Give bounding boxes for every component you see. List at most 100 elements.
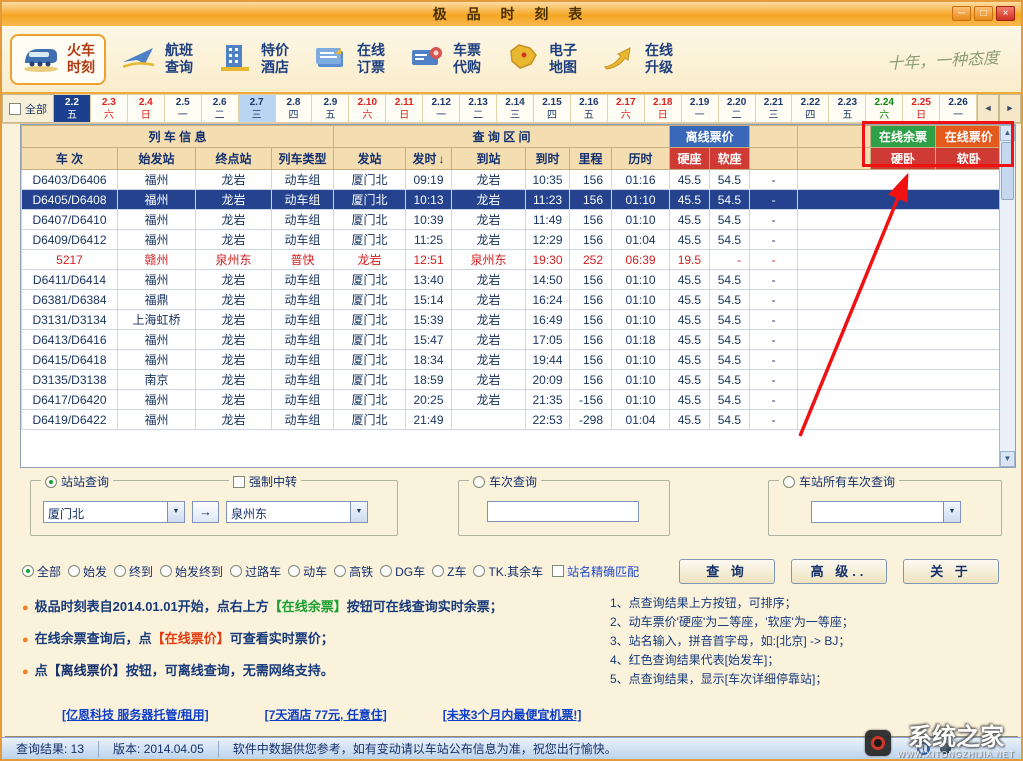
date-tab-2.19[interactable]: 2.19 一 [681,94,719,123]
col-mileage[interactable]: 里程 [569,147,613,170]
col-train-no[interactable]: 车 次 [21,147,118,170]
filter-radio-终到[interactable]: 终到 [114,563,153,580]
close-button[interactable]: × [996,6,1015,21]
train-number-input[interactable] [487,501,639,522]
train-row[interactable]: D6381/D6384 福鼎 龙岩 动车组 厦门北 15:14 龙岩 16:24 156 01:1… [21,289,1003,310]
scroll-right-button[interactable]: ► [999,94,1021,123]
scrollbar-up-icon[interactable]: ▲ [1000,125,1015,141]
date-tab-2.26[interactable]: 2.26 一 [940,94,978,123]
date-tab-2.3[interactable]: 2.3 六 [90,94,128,123]
col-train-type[interactable]: 列车类型 [270,147,335,170]
train-row[interactable]: 5217 赣州 泉州东 普快 龙岩 12:51 泉州东 19:30 252 06:39 19.5- - [21,249,1003,270]
promo-link[interactable]: [亿恩科技 服务器托管/租用] [62,706,209,723]
toolbar-electronic-map[interactable]: 电子 地图 [494,36,586,83]
filter-radio-Z车[interactable]: Z车 [432,563,466,580]
date-tab-2.9[interactable]: 2.9 五 [312,94,350,123]
train-row[interactable]: D6407/D6410 福州 龙岩 动车组 厦门北 10:39 龙岩 11:49 156 01:1… [21,209,1003,230]
offline-price-button[interactable]: 离线票价 [669,125,751,148]
date-tab-2.8[interactable]: 2.8 四 [275,94,313,123]
group-gap [749,125,799,148]
date-tab-2.4[interactable]: 2.4 日 [127,94,165,123]
filter-radio-始发[interactable]: 始发 [68,563,107,580]
about-button[interactable]: 关 于 [903,558,999,584]
maximize-button[interactable]: □ [974,6,993,21]
advanced-button[interactable]: 高 级.. [791,558,887,584]
train-row[interactable]: D6409/D6412 福州 龙岩 动车组 厦门北 11:25 龙岩 12:29 156 01:0… [21,229,1003,250]
from-station-select[interactable]: 厦门北 ▼ [43,501,185,523]
online-price-button[interactable]: 在线票价 [935,126,1002,147]
date-tab-2.7[interactable]: 2.7 三 [238,94,276,123]
train-row[interactable]: D6413/D6416 福州 龙岩 动车组 厦门北 15:47 龙岩 17:05 156 01:1… [21,329,1003,350]
train-row[interactable]: D6411/D6414 福州 龙岩 动车组 厦门北 13:40 龙岩 14:50 156 01:1… [21,269,1003,290]
date-tab-2.25[interactable]: 2.25 日 [903,94,941,123]
date-tab-2.17[interactable]: 2.17 六 [607,94,645,123]
scrollbar-down-icon[interactable]: ▼ [1000,451,1015,467]
train-row[interactable]: D6417/D6420 福州 龙岩 动车组 厦门北 20:25 龙岩 21:35 -156 01:… [21,389,1003,410]
filter-radio-TK.其余车[interactable]: TK.其余车 [473,563,543,580]
col-soft-sleeper[interactable]: 软卧 [935,148,1002,169]
scroll-left-button[interactable]: ◄ [977,94,999,123]
col-hard-seat[interactable]: 硬座 [669,147,711,170]
train-row[interactable]: D3135/D3138 南京 龙岩 动车组 厦门北 18:59 龙岩 20:09 156 01:1… [21,369,1003,390]
col-soft-seat[interactable]: 软座 [709,147,751,170]
train-row[interactable]: D6403/D6406 福州 龙岩 动车组 厦门北 09:19 龙岩 10:35 156 01:1… [21,169,1003,190]
minimize-button[interactable]: ─ [952,6,971,21]
date-tab-2.12[interactable]: 2.12 一 [423,94,461,123]
filter-radio-全部[interactable]: 全部 [22,563,61,580]
date-tab-2.14[interactable]: 2.14 三 [497,94,534,123]
col-arr-time[interactable]: 到时 [525,147,571,170]
col-arr-station[interactable]: 到站 [451,147,527,170]
col-duration[interactable]: 历时 [611,147,671,170]
toolbar-flight-query[interactable]: 航班 查询 [110,36,202,83]
date-tab-2.2[interactable]: 2.2 五 [54,94,91,123]
date-tab-2.24[interactable]: 2.24 六 [866,94,904,123]
vertical-scrollbar[interactable]: ▲ ▼ [999,125,1015,467]
date-tab-2.22[interactable]: 2.22 四 [792,94,830,123]
filter-radio-始发终到[interactable]: 始发终到 [160,563,223,580]
date-tab-2.11[interactable]: 2.11 日 [386,94,424,123]
station-all-select[interactable]: ▼ [811,501,961,523]
date-tab-2.6[interactable]: 2.6 二 [201,94,239,123]
station-all-query-radio[interactable]: 车站所有车次查询 [779,473,900,490]
toolbar-online-booking[interactable]: 在线 订票 [302,36,394,83]
swap-stations-button[interactable]: → [192,501,219,523]
col-dep-station[interactable]: 发站 [333,147,407,170]
col-hard-sleeper[interactable]: 硬卧 [869,148,936,169]
filter-radio-DG车[interactable]: DG车 [380,563,425,580]
toolbar-online-upgrade[interactable]: 在线 升级 [590,36,682,83]
train-row[interactable]: D6419/D6422 福州 龙岩 动车组 厦门北 21:49 22:53 -298 01:04… [21,409,1003,430]
date-tab-2.21[interactable]: 2.21 三 [755,94,793,123]
scrollbar-thumb[interactable] [1001,142,1014,200]
toolbar-hotel-deals[interactable]: 特价 酒店 [206,36,298,83]
date-tab-2.15[interactable]: 2.15 四 [533,94,571,123]
col-dep-time[interactable]: 发时 ↓ [405,147,453,170]
search-button[interactable]: 查 询 [679,558,775,584]
date-tab-2.18[interactable]: 2.18 日 [644,94,682,123]
date-tab-2.23[interactable]: 2.23 五 [829,94,867,123]
filter-radio-动车[interactable]: 动车 [288,563,327,580]
promo-link[interactable]: [未来3个月内最便宜机票!] [443,706,582,723]
online-seats-button[interactable]: 在线余票 [869,126,936,147]
train-row[interactable]: D6405/D6408 福州 龙岩 动车组 厦门北 10:13 龙岩 11:23 156 01:1… [21,189,1003,210]
to-station-select[interactable]: 泉州东 ▼ [226,501,368,523]
date-tab-2.20[interactable]: 2.20 二 [718,94,756,123]
date-tab-2.16[interactable]: 2.16 五 [570,94,608,123]
col-origin[interactable]: 始发站 [117,147,196,170]
filter-radio-过路车[interactable]: 过路车 [230,563,281,580]
train-table-body: D6403/D6406 福州 龙岩 动车组 厦门北 09:19 龙岩 10:35 156 01:1… [21,169,1003,430]
all-dates-checkbox[interactable]: 全部 [2,94,54,123]
exact-match-checkbox[interactable]: 站名精确匹配 [552,563,639,580]
station-query-radio[interactable]: 站站查询 [41,473,114,490]
train-row[interactable]: D3131/D3134 上海虹桥 龙岩 动车组 厦门北 15:39 龙岩 16:49 156 01… [21,309,1003,330]
toolbar-ticket-purchase[interactable]: 车票 代购 [398,36,490,83]
col-terminus[interactable]: 终点站 [195,147,272,170]
force-transfer-checkbox[interactable]: 强制中转 [229,473,302,490]
promo-link[interactable]: [7天酒店 77元, 任意住] [265,706,387,723]
date-tab-2.10[interactable]: 2.10 六 [349,94,387,123]
date-tab-2.5[interactable]: 2.5 一 [164,94,202,123]
date-tab-2.13[interactable]: 2.13 二 [460,94,498,123]
train-row[interactable]: D6415/D6418 福州 龙岩 动车组 厦门北 18:34 龙岩 19:44 156 01:1… [21,349,1003,370]
filter-radio-高铁[interactable]: 高铁 [334,563,373,580]
toolbar-train-times[interactable]: 火车 时刻 [10,33,106,85]
train-query-radio[interactable]: 车次查询 [469,473,542,490]
